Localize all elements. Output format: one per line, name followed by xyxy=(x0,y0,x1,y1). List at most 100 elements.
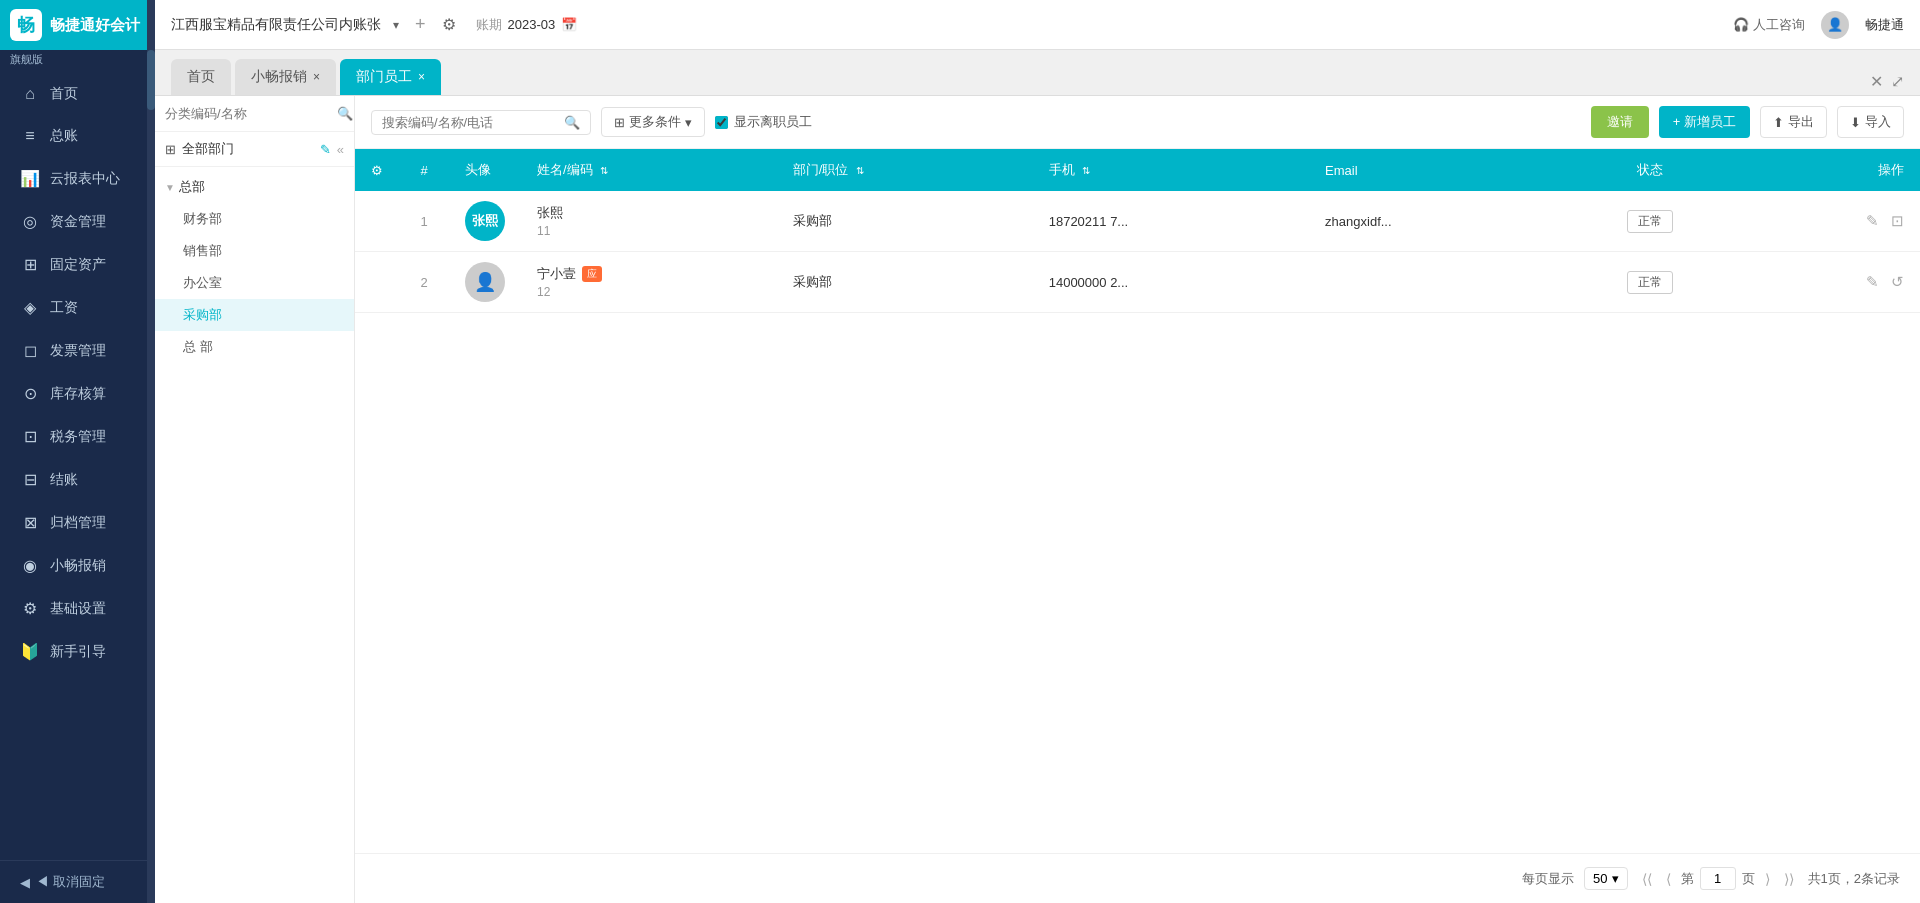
sidebar-item-invoice[interactable]: ◻ 发票管理 xyxy=(0,329,155,372)
per-page-value: 50 xyxy=(1593,871,1607,886)
logo-icon: 畅 xyxy=(10,9,42,41)
col-phone[interactable]: 手机 ⇅ xyxy=(1033,149,1309,191)
support-button[interactable]: 🎧 人工咨询 xyxy=(1733,16,1805,34)
sidebar-item-tax[interactable]: ⊡ 税务管理 xyxy=(0,415,155,458)
col-settings: ⚙ xyxy=(355,149,399,191)
dept-item-xiaohoubu[interactable]: 销售部 xyxy=(155,235,354,267)
tab-employees-close[interactable]: × xyxy=(418,70,425,84)
tab-employees[interactable]: 部门员工 × xyxy=(340,59,441,95)
tab-home[interactable]: 首页 xyxy=(171,59,231,95)
row-dept: 采购部 xyxy=(777,191,1033,252)
sort-name-icon: ⇅ xyxy=(600,165,608,176)
import-icon: ⬇ xyxy=(1850,115,1861,130)
company-dropdown-icon[interactable]: ▾ xyxy=(393,18,399,32)
dept-edit-icon[interactable]: ✎ xyxy=(320,142,331,157)
status-badge: 正常 xyxy=(1627,271,1673,294)
edition-badge: 旗舰版 xyxy=(0,50,155,73)
grid-icon: ⊞ xyxy=(165,142,176,157)
col-email: Email xyxy=(1309,149,1553,191)
add-company-icon[interactable]: + xyxy=(415,14,426,35)
export-button[interactable]: ⬆ 导出 xyxy=(1760,106,1827,138)
tab-expense-close[interactable]: × xyxy=(313,70,320,84)
col-name[interactable]: 姓名/编码 ⇅ xyxy=(521,149,777,191)
sidebar-item-settings[interactable]: ⚙ 基础设置 xyxy=(0,587,155,630)
sidebar-item-label: 发票管理 xyxy=(50,342,106,360)
period-value[interactable]: 2023-03 xyxy=(508,17,556,32)
right-panel: 🔍 ⊞ 更多条件 ▾ 显示离职员工 邀请 + 新增员工 ⬆ 导出 xyxy=(355,96,1920,903)
next-page-button[interactable]: ⟩ xyxy=(1761,869,1774,889)
page-input[interactable] xyxy=(1700,867,1736,890)
edit-icon[interactable]: ✎ xyxy=(1866,273,1879,291)
delete-icon[interactable]: ↺ xyxy=(1891,273,1904,291)
logout-icon[interactable]: ⊡ xyxy=(1891,212,1904,230)
dept-item-bangongshi[interactable]: 办公室 xyxy=(155,267,354,299)
prev-page-button[interactable]: ⟨ xyxy=(1662,869,1675,889)
sidebar-item-assets[interactable]: ⊞ 固定资产 xyxy=(0,243,155,286)
cancel-fixed-button[interactable]: ◀ ◀ 取消固定 xyxy=(0,860,155,903)
tab-expense[interactable]: 小畅报销 × xyxy=(235,59,336,95)
show-resigned-label[interactable]: 显示离职员工 xyxy=(715,113,812,131)
ledger-icon: ≡ xyxy=(20,127,40,145)
sidebar-item-checkout[interactable]: ⊟ 结账 xyxy=(0,458,155,501)
row-status: 正常 xyxy=(1553,191,1746,252)
pagination: 每页显示 50 ▾ ⟨⟨ ⟨ 第 页 ⟩ ⟩⟩ 共1页，2条记录 xyxy=(355,853,1920,903)
username[interactable]: 畅捷通 xyxy=(1865,16,1904,34)
sidebar-item-archive[interactable]: ⊠ 归档管理 xyxy=(0,501,155,544)
dept-header-label[interactable]: 全部部门 xyxy=(182,140,314,158)
sidebar-item-home[interactable]: ⌂ 首页 xyxy=(0,73,155,115)
toolbar-right: 邀请 + 新增员工 ⬆ 导出 ⬇ 导入 xyxy=(1591,106,1904,138)
table-settings-icon[interactable]: ⚙ xyxy=(371,163,383,178)
dept-collapse-icon[interactable]: « xyxy=(337,142,344,157)
sidebar-item-inventory[interactable]: ⊙ 库存核算 xyxy=(0,372,155,415)
inventory-icon: ⊙ xyxy=(20,384,40,403)
employee-code: 12 xyxy=(537,285,761,299)
import-button[interactable]: ⬇ 导入 xyxy=(1837,106,1904,138)
import-label: 导入 xyxy=(1865,113,1891,131)
add-employee-button[interactable]: + 新增员工 xyxy=(1659,106,1750,138)
export-icon: ⬆ xyxy=(1773,115,1784,130)
sidebar-item-label: 税务管理 xyxy=(50,428,106,446)
sidebar-item-salary[interactable]: ◈ 工资 xyxy=(0,286,155,329)
dept-item-zongbu[interactable]: ▼ 总部 xyxy=(155,171,354,203)
close-window-icon[interactable]: ✕ xyxy=(1870,72,1883,91)
sidebar-item-label: 新手引导 xyxy=(50,643,106,661)
dept-search-input[interactable] xyxy=(165,106,333,121)
row-actions: ✎ ↺ xyxy=(1747,252,1921,313)
dept-search-box: 🔍 xyxy=(155,96,354,132)
company-name[interactable]: 江西服宝精品有限责任公司内账张 xyxy=(171,16,381,34)
dept-search-icon[interactable]: 🔍 xyxy=(337,106,353,121)
edit-icon[interactable]: ✎ xyxy=(1866,212,1879,230)
sidebar-item-reports[interactable]: 📊 云报表中心 xyxy=(0,157,155,200)
col-status: 状态 xyxy=(1553,149,1746,191)
more-filter-button[interactable]: ⊞ 更多条件 ▾ xyxy=(601,107,705,137)
ying-badge: 应 xyxy=(582,266,602,282)
sidebar-item-expense[interactable]: ◉ 小畅报销 xyxy=(0,544,155,587)
period-label: 账期 xyxy=(476,16,502,34)
first-page-button[interactable]: ⟨⟨ xyxy=(1638,869,1656,889)
topbar: 江西服宝精品有限责任公司内账张 ▾ + ⚙ 账期 2023-03 📅 🎧 人工咨… xyxy=(155,0,1920,50)
per-page-select[interactable]: 50 ▾ xyxy=(1584,867,1627,890)
expand-icon[interactable]: ⤢ xyxy=(1891,72,1904,91)
search-icon[interactable]: 🔍 xyxy=(564,115,580,130)
row-dept: 采购部 xyxy=(777,252,1033,313)
archive-icon: ⊠ xyxy=(20,513,40,532)
arrow-down-icon: ▼ xyxy=(165,182,175,193)
sidebar-item-ledger[interactable]: ≡ 总账 xyxy=(0,115,155,157)
invite-button[interactable]: 邀请 xyxy=(1591,106,1649,138)
employee-search-input[interactable] xyxy=(382,115,558,130)
sidebar-item-guide[interactable]: 🔰 新手引导 xyxy=(0,630,155,673)
calendar-icon[interactable]: 📅 xyxy=(561,17,577,32)
col-dept[interactable]: 部门/职位 ⇅ xyxy=(777,149,1033,191)
col-index: # xyxy=(399,149,449,191)
show-resigned-text: 显示离职员工 xyxy=(734,113,812,131)
dept-tree: ▼ 总部 财务部 销售部 办公室 采购部 总 部 xyxy=(155,167,354,903)
last-page-button[interactable]: ⟩⟩ xyxy=(1780,869,1798,889)
employee-name: 张熙 xyxy=(537,204,761,222)
dept-item-caigoubu[interactable]: 采购部 xyxy=(155,299,354,331)
dept-item-zongbu2[interactable]: 总 部 xyxy=(155,331,354,363)
dept-item-caiwubu[interactable]: 财务部 xyxy=(155,203,354,235)
show-resigned-checkbox[interactable] xyxy=(715,116,728,129)
settings-icon[interactable]: ⚙ xyxy=(442,15,456,34)
sidebar-item-funds[interactable]: ◎ 资金管理 xyxy=(0,200,155,243)
row-phone: 18720211 7... xyxy=(1033,191,1309,252)
